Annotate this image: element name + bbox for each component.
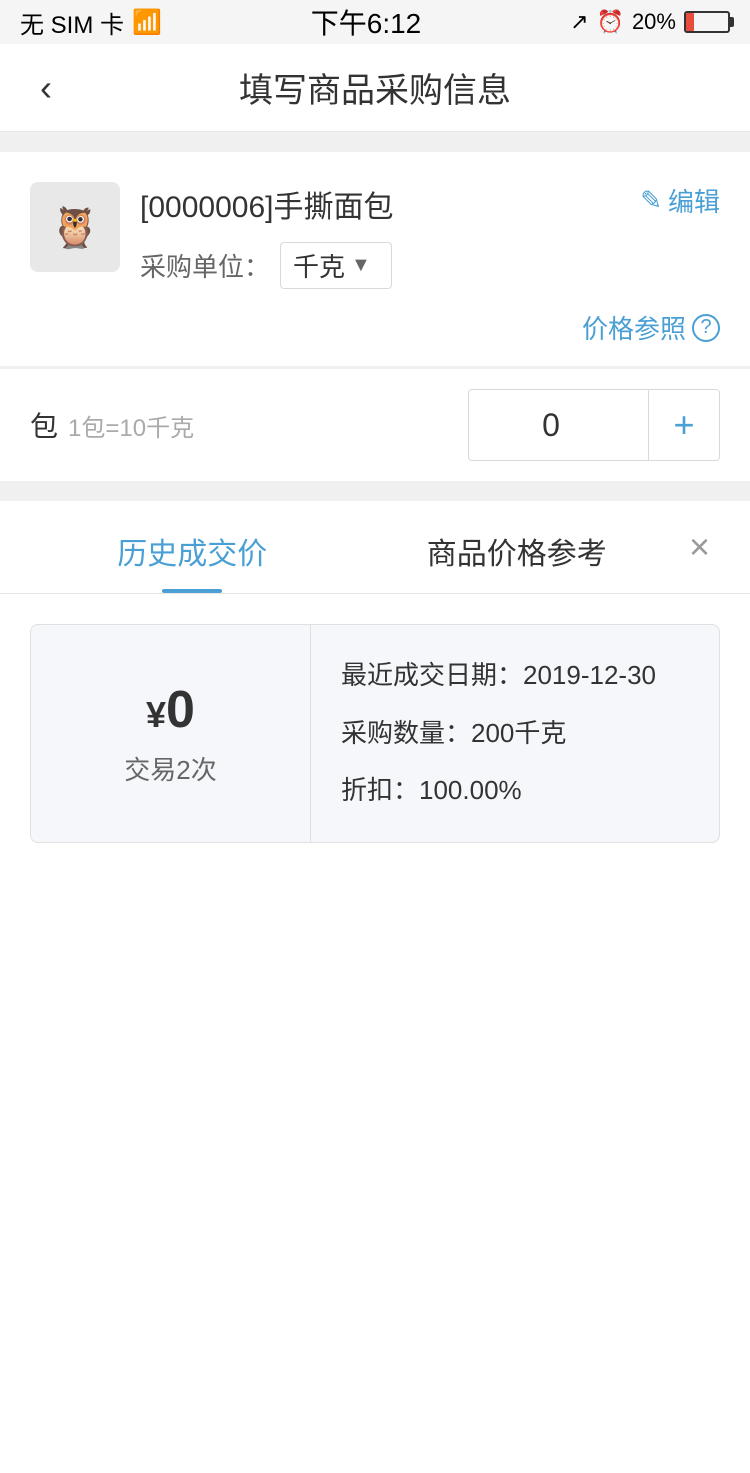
status-time: 下午6:12 [311,2,422,42]
discount-value: 100.00% [419,775,522,805]
history-content: ¥0 交易2次 最近成交日期：2019-12-30 采购数量：200千克 折扣：… [0,594,750,873]
product-thumbnail: 🦉 [30,182,120,272]
tab-bar: 历史成交价 商品价格参考 × [0,501,750,594]
edit-label: 编辑 [668,182,720,219]
price-card-right: 最近成交日期：2019-12-30 采购数量：200千克 折扣：100.00% [311,625,719,842]
sim-status: 无 SIM 卡 [20,5,124,40]
product-info: [0000006]手撕面包 采购单位： 千克 ▼ [140,182,640,289]
product-header: 🦉 [0000006]手撕面包 采购单位： 千克 ▼ ✎ 编辑 [30,182,720,289]
status-right: ↗ ⏰ 20% [570,9,730,35]
page-title: 填写商品采购信息 [239,63,511,112]
quantity-input[interactable] [469,390,649,460]
tab-history-label: 历史成交价 [117,538,267,571]
quantity-label: 包 1包=10千克 [30,405,194,445]
currency-symbol: ¥ [146,694,166,735]
unit-value: 千克 [293,247,345,284]
product-left: 🦉 [0000006]手撕面包 采购单位： 千克 ▼ [30,182,640,289]
nav-header: ‹ 填写商品采购信息 [0,44,750,132]
tab-section: 历史成交价 商品价格参考 × ¥0 交易2次 最近成交日期：2019-12-30… [0,501,750,873]
price-card: ¥0 交易2次 最近成交日期：2019-12-30 采购数量：200千克 折扣：… [30,624,720,843]
status-bar: 无 SIM 卡 📶 下午6:12 ↗ ⏰ 20% [0,0,750,44]
tab-history-price[interactable]: 历史成交价 [30,501,354,593]
quantity-section: 包 1包=10千克 + [0,368,750,481]
bottom-space [0,873,750,1473]
status-left: 无 SIM 卡 📶 [20,5,162,40]
battery-percent: 20% [632,9,676,35]
price-ref-label[interactable]: 价格参照 [582,309,686,346]
price-trades: 交易2次 [124,750,216,787]
product-unit-row: 采购单位： 千克 ▼ [140,242,640,289]
pkg-note: 1包=10千克 [68,408,194,443]
tab-price-ref-label: 商品价格参考 [427,538,607,571]
dropdown-arrow-icon: ▼ [351,254,371,277]
product-name: [0000006]手撕面包 [140,182,640,226]
quantity-control: + [468,389,720,461]
qty-label: 采购数量： [341,718,471,748]
discount-row: 折扣：100.00% [341,770,689,812]
unit-label: 采购单位： [140,247,270,284]
owl-icon: 🦉 [50,204,100,251]
price-card-left: ¥0 交易2次 [31,625,311,842]
pkg-badge: 包 [30,405,58,445]
alarm-icon: ⏰ [597,9,624,35]
tab-price-ref[interactable]: 商品价格参考 [354,501,678,593]
back-button[interactable]: ‹ [30,57,62,119]
price-amount: ¥0 [146,680,195,740]
discount-label: 折扣： [341,775,419,805]
edit-icon: ✎ [640,185,662,216]
recent-date-row: 最近成交日期：2019-12-30 [341,655,689,697]
edit-button[interactable]: ✎ 编辑 [640,182,720,219]
tab-close-button[interactable]: × [679,516,720,578]
unit-select[interactable]: 千克 ▼ [280,242,392,289]
price-ref-info-icon[interactable]: ? [692,314,720,342]
location-icon: ↗ [570,9,588,35]
battery-fill [686,13,694,31]
price-value: 0 [166,681,195,739]
price-ref-row: 价格参照 ? [30,309,720,346]
quantity-plus-button[interactable]: + [649,390,719,460]
recent-date-label: 最近成交日期： [341,660,523,690]
wifi-icon: 📶 [132,8,162,37]
product-section: 🦉 [0000006]手撕面包 采购单位： 千克 ▼ ✎ 编辑 价格参照 ? [0,152,750,366]
recent-date-value: 2019-12-30 [523,660,656,690]
qty-row: 采购数量：200千克 [341,713,689,755]
battery-icon [684,11,730,33]
back-icon: ‹ [40,67,52,108]
qty-value: 200千克 [471,718,566,748]
